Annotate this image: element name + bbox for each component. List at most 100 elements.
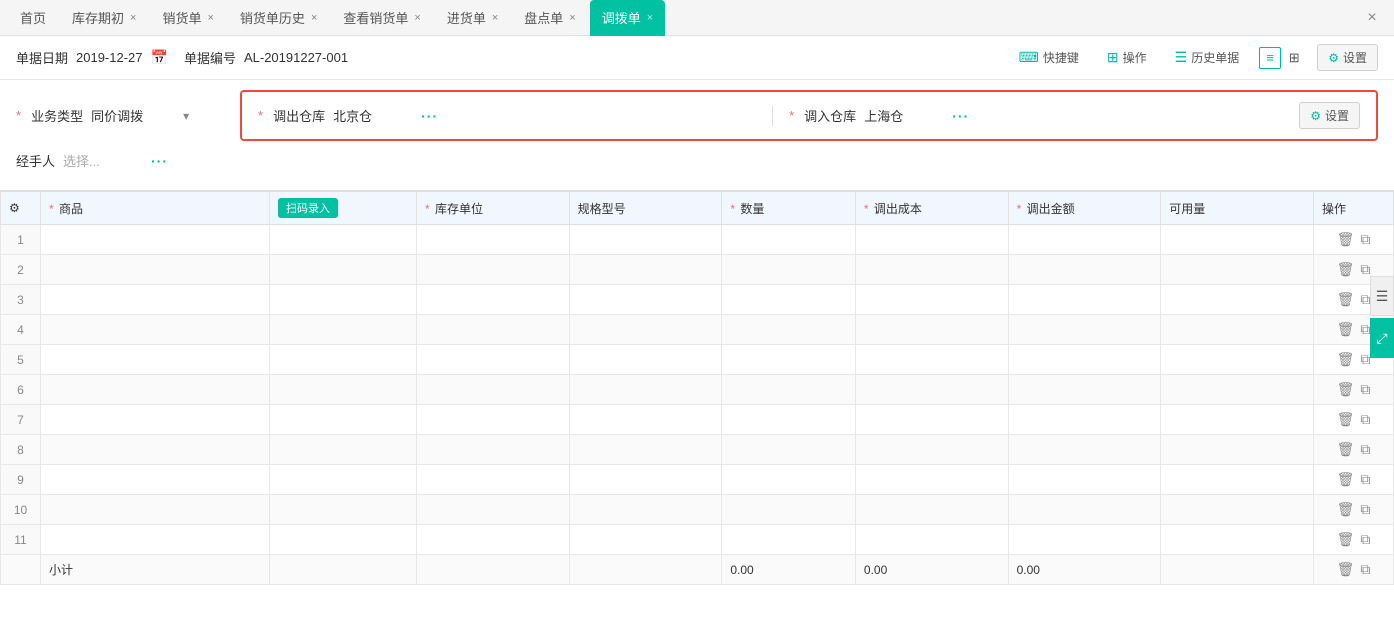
row-amount[interactable]: [1008, 255, 1161, 285]
row-cost[interactable]: [855, 315, 1008, 345]
copy-icon[interactable]: ⧉: [1360, 351, 1370, 368]
row-product[interactable]: [41, 255, 270, 285]
shortcuts-button[interactable]: ⌨ 快捷键: [1011, 46, 1087, 69]
delete-icon[interactable]: 🗑: [1337, 261, 1355, 278]
subtotal-delete-icon[interactable]: 🗑: [1337, 561, 1355, 578]
warehouse-in-more[interactable]: ···: [952, 108, 969, 124]
row-cost[interactable]: [855, 495, 1008, 525]
copy-icon[interactable]: ⧉: [1360, 261, 1370, 278]
row-unit[interactable]: [416, 405, 569, 435]
copy-icon[interactable]: ⧉: [1360, 291, 1370, 308]
row-amount[interactable]: [1008, 375, 1161, 405]
settings-button[interactable]: ⚙ 设置: [1317, 44, 1378, 71]
row-spec[interactable]: [569, 315, 722, 345]
row-product[interactable]: [41, 525, 270, 555]
copy-icon[interactable]: ⧉: [1360, 231, 1370, 248]
calendar-icon[interactable]: 📅: [151, 49, 168, 66]
row-qty[interactable]: [722, 285, 856, 315]
row-cost[interactable]: [855, 285, 1008, 315]
row-amount[interactable]: [1008, 465, 1161, 495]
row-cost[interactable]: [855, 525, 1008, 555]
row-amount[interactable]: [1008, 495, 1161, 525]
row-cost[interactable]: [855, 255, 1008, 285]
float-expand-button[interactable]: ⤢: [1370, 318, 1394, 358]
warehouse-settings-button[interactable]: ⚙ 设置: [1299, 102, 1360, 129]
row-spec[interactable]: [569, 465, 722, 495]
tab-inventory-count-close[interactable]: ×: [569, 12, 575, 24]
row-cost[interactable]: [855, 435, 1008, 465]
row-unit[interactable]: [416, 495, 569, 525]
row-amount[interactable]: [1008, 225, 1161, 255]
layout-list-icon[interactable]: ≡: [1259, 47, 1281, 69]
row-qty[interactable]: [722, 375, 856, 405]
row-product[interactable]: [41, 315, 270, 345]
tab-purchase-order[interactable]: 进货单 ×: [435, 0, 510, 36]
copy-icon[interactable]: ⧉: [1360, 441, 1370, 458]
row-qty[interactable]: [722, 525, 856, 555]
row-qty[interactable]: [722, 225, 856, 255]
row-amount[interactable]: [1008, 435, 1161, 465]
row-product[interactable]: [41, 375, 270, 405]
row-product[interactable]: [41, 405, 270, 435]
th-settings[interactable]: ⚙: [1, 192, 41, 225]
tab-transfer-close[interactable]: ×: [647, 12, 653, 24]
tab-inventory-init[interactable]: 库存期初 ×: [60, 0, 148, 36]
warehouse-out-more[interactable]: ···: [421, 108, 438, 124]
tab-home[interactable]: 首页: [8, 0, 58, 36]
row-amount[interactable]: [1008, 315, 1161, 345]
operations-button[interactable]: ⊞ 操作: [1099, 46, 1155, 69]
row-spec[interactable]: [569, 405, 722, 435]
warehouse-in-value[interactable]: 上海仓: [864, 106, 944, 125]
handler-more[interactable]: ···: [151, 153, 168, 169]
business-type-dropdown[interactable]: ▾: [183, 109, 189, 123]
business-type-value[interactable]: 同价调拨: [91, 106, 171, 125]
row-qty[interactable]: [722, 495, 856, 525]
row-cost[interactable]: [855, 375, 1008, 405]
row-amount[interactable]: [1008, 405, 1161, 435]
tab-inventory-init-close[interactable]: ×: [130, 12, 136, 24]
row-unit[interactable]: [416, 255, 569, 285]
row-spec[interactable]: [569, 345, 722, 375]
row-unit[interactable]: [416, 315, 569, 345]
delete-icon[interactable]: 🗑: [1337, 321, 1355, 338]
row-product[interactable]: [41, 225, 270, 255]
warehouse-out-value[interactable]: 北京仓: [333, 106, 413, 125]
row-spec[interactable]: [569, 225, 722, 255]
row-qty[interactable]: [722, 465, 856, 495]
handler-value[interactable]: 选择...: [63, 151, 143, 170]
tab-view-sales[interactable]: 查看销货单 ×: [331, 0, 432, 36]
row-unit[interactable]: [416, 435, 569, 465]
delete-icon[interactable]: 🗑: [1337, 471, 1355, 488]
tab-sales-history-close[interactable]: ×: [311, 12, 317, 24]
row-amount[interactable]: [1008, 525, 1161, 555]
delete-icon[interactable]: 🗑: [1337, 531, 1355, 548]
delete-icon[interactable]: 🗑: [1337, 381, 1355, 398]
row-unit[interactable]: [416, 285, 569, 315]
delete-icon[interactable]: 🗑: [1337, 441, 1355, 458]
row-spec[interactable]: [569, 525, 722, 555]
row-unit[interactable]: [416, 375, 569, 405]
row-qty[interactable]: [722, 405, 856, 435]
row-unit[interactable]: [416, 525, 569, 555]
row-cost[interactable]: [855, 225, 1008, 255]
layout-grid-icon[interactable]: ⊞: [1283, 47, 1305, 69]
delete-icon[interactable]: 🗑: [1337, 291, 1355, 308]
row-spec[interactable]: [569, 285, 722, 315]
tab-transfer[interactable]: 调拨单 ×: [590, 0, 665, 36]
row-product[interactable]: [41, 495, 270, 525]
subtotal-copy-icon[interactable]: ⧉: [1360, 561, 1370, 578]
tab-inventory-count[interactable]: 盘点单 ×: [512, 0, 587, 36]
row-cost[interactable]: [855, 465, 1008, 495]
row-product[interactable]: [41, 465, 270, 495]
row-amount[interactable]: [1008, 345, 1161, 375]
row-unit[interactable]: [416, 345, 569, 375]
tab-sales-history[interactable]: 销货单历史 ×: [228, 0, 329, 36]
barcode-button[interactable]: 扫码录入: [278, 198, 338, 218]
row-spec[interactable]: [569, 255, 722, 285]
delete-icon[interactable]: 🗑: [1337, 231, 1355, 248]
float-list-button[interactable]: ☰: [1370, 276, 1394, 316]
tab-view-sales-close[interactable]: ×: [414, 12, 420, 24]
row-product[interactable]: [41, 435, 270, 465]
delete-icon[interactable]: 🗑: [1337, 351, 1355, 368]
tab-sales-order[interactable]: 销货单 ×: [150, 0, 225, 36]
